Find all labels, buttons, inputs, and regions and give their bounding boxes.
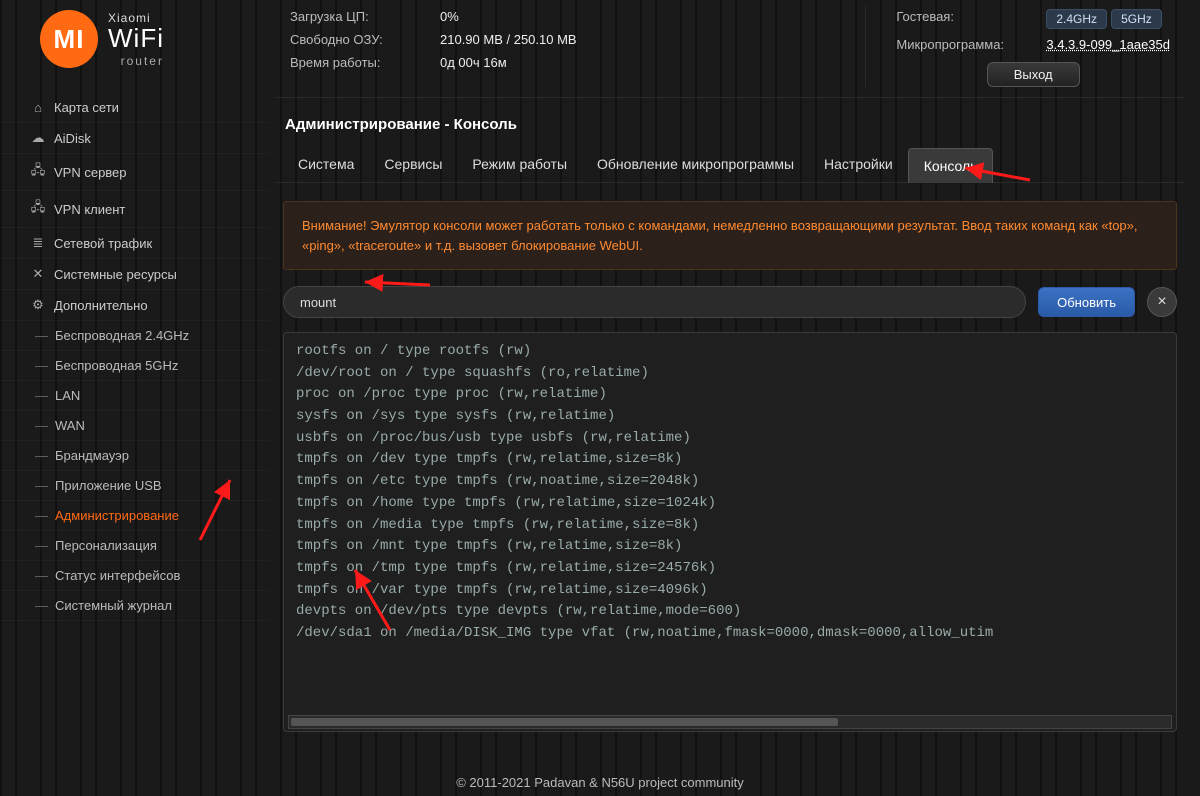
footer: © 2011-2021 Padavan & N56U project commu… xyxy=(0,775,1200,790)
console-text: rootfs on / type rootfs (rw) /dev/root o… xyxy=(284,333,1176,715)
sidebar-item-2[interactable]: 🖧 VPN сервер xyxy=(0,154,270,191)
nav-icon: 🖧 xyxy=(30,198,46,220)
nav-label: AiDisk xyxy=(54,131,91,146)
stat-label: Свободно ОЗУ: xyxy=(290,32,440,47)
sidebar-sub-7[interactable]: Персонализация xyxy=(0,531,270,561)
nav-icon: ⌂ xyxy=(30,100,46,115)
stat-value: 0% xyxy=(440,9,459,24)
sidebar-sub-9[interactable]: Системный журнал xyxy=(0,591,270,621)
sidebar-item-5[interactable]: ✕ Системные ресурсы xyxy=(0,259,270,290)
stat-value: 210.90 MB / 250.10 MB xyxy=(440,32,577,47)
page-title: Администрирование - Консоль xyxy=(275,98,1185,147)
nav-icon: ⚙ xyxy=(30,297,46,313)
stat-label: Время работы: xyxy=(290,55,440,70)
nav-icon: ☁ xyxy=(30,130,46,146)
sidebar-item-1[interactable]: ☁ AiDisk xyxy=(0,123,270,154)
tab-сервисы[interactable]: Сервисы xyxy=(369,147,457,182)
sidebar-sub-3[interactable]: WAN xyxy=(0,411,270,441)
nav-label: Системные ресурсы xyxy=(54,267,177,282)
stat-row: Время работы:0д 00ч 16м xyxy=(290,51,577,74)
stat-label: Загрузка ЦП: xyxy=(290,9,440,24)
brand-mid: WiFi xyxy=(108,23,164,54)
sidebar-sub-2[interactable]: LAN xyxy=(0,381,270,411)
tab-система[interactable]: Система xyxy=(283,147,369,182)
nav-icon: ≣ xyxy=(30,235,46,251)
main-area: Загрузка ЦП:0%Свободно ОЗУ:210.90 MB / 2… xyxy=(275,0,1185,796)
stat-value: 0д 00ч 16м xyxy=(440,55,507,70)
band-pill[interactable]: 5GHz xyxy=(1111,9,1162,29)
clear-button[interactable]: × xyxy=(1147,287,1177,317)
sidebar-sub-0[interactable]: Беспроводная 2.4GHz xyxy=(0,321,270,351)
status-bar: Загрузка ЦП:0%Свободно ОЗУ:210.90 MB / 2… xyxy=(275,0,1185,98)
sidebar-sub-5[interactable]: Приложение USB xyxy=(0,471,270,501)
tab-консоль[interactable]: Консоль xyxy=(908,148,994,183)
sidebar-sub-6[interactable]: Администрирование xyxy=(0,501,270,531)
band-pill[interactable]: 2.4GHz xyxy=(1046,9,1107,29)
stat-row: Микропрограмма:3.4.3.9-099_1aae35d xyxy=(896,33,1170,56)
nav-label: Сетевой трафик xyxy=(54,236,152,251)
sidebar-item-3[interactable]: 🖧 VPN клиент xyxy=(0,191,270,228)
tabs: СистемаСервисыРежим работыОбновление мик… xyxy=(275,147,1185,183)
sidebar-item-6[interactable]: ⚙ Дополнительно xyxy=(0,290,270,321)
stat-value: 2.4GHz5GHz xyxy=(1046,9,1165,29)
nav-label: VPN сервер xyxy=(54,165,127,180)
tab-настройки[interactable]: Настройки xyxy=(809,147,908,182)
refresh-button[interactable]: Обновить xyxy=(1038,287,1135,317)
nav-icon: ✕ xyxy=(30,266,46,282)
command-input[interactable] xyxy=(283,286,1026,318)
nav-label: VPN клиент xyxy=(54,202,125,217)
stat-value: 3.4.3.9-099_1aae35d xyxy=(1046,37,1170,52)
nav-label: Карта сети xyxy=(54,100,119,115)
sidebar: MI Xiaomi WiFi router ⌂ Карта сети ☁ AiDisk… xyxy=(0,0,270,796)
console-warning: Внимание! Эмулятор консоли может работат… xyxy=(283,201,1177,270)
stat-row: Загрузка ЦП:0% xyxy=(290,5,577,28)
nav-label: Дополнительно xyxy=(54,298,148,313)
stat-label: Микропрограмма: xyxy=(896,37,1046,52)
stat-label: Гостевая: xyxy=(896,9,1046,29)
firmware-link[interactable]: 3.4.3.9-099_1aae35d xyxy=(1046,37,1170,52)
brand-logo: MI Xiaomi WiFi router xyxy=(0,0,270,88)
tab-режим-работы[interactable]: Режим работы xyxy=(457,147,582,182)
sidebar-sub-8[interactable]: Статус интерфейсов xyxy=(0,561,270,591)
logout-button[interactable]: Выход xyxy=(987,62,1080,87)
command-row: Обновить × xyxy=(283,286,1177,318)
sidebar-item-4[interactable]: ≣ Сетевой трафик xyxy=(0,228,270,259)
brand-badge-icon: MI xyxy=(40,10,98,68)
nav-icon: 🖧 xyxy=(30,161,46,183)
tab-обновление-микропрограммы[interactable]: Обновление микропрограммы xyxy=(582,147,809,182)
stat-row: Гостевая:2.4GHz5GHz xyxy=(896,5,1170,33)
console-output: rootfs on / type rootfs (rw) /dev/root o… xyxy=(283,332,1177,732)
console-scrollbar[interactable] xyxy=(288,715,1172,729)
sidebar-sub-4[interactable]: Брандмауэр xyxy=(0,441,270,471)
sidebar-item-0[interactable]: ⌂ Карта сети xyxy=(0,93,270,123)
stat-row: Свободно ОЗУ:210.90 MB / 250.10 MB xyxy=(290,28,577,51)
brand-bot: router xyxy=(108,54,164,68)
sidebar-sub-1[interactable]: Беспроводная 5GHz xyxy=(0,351,270,381)
